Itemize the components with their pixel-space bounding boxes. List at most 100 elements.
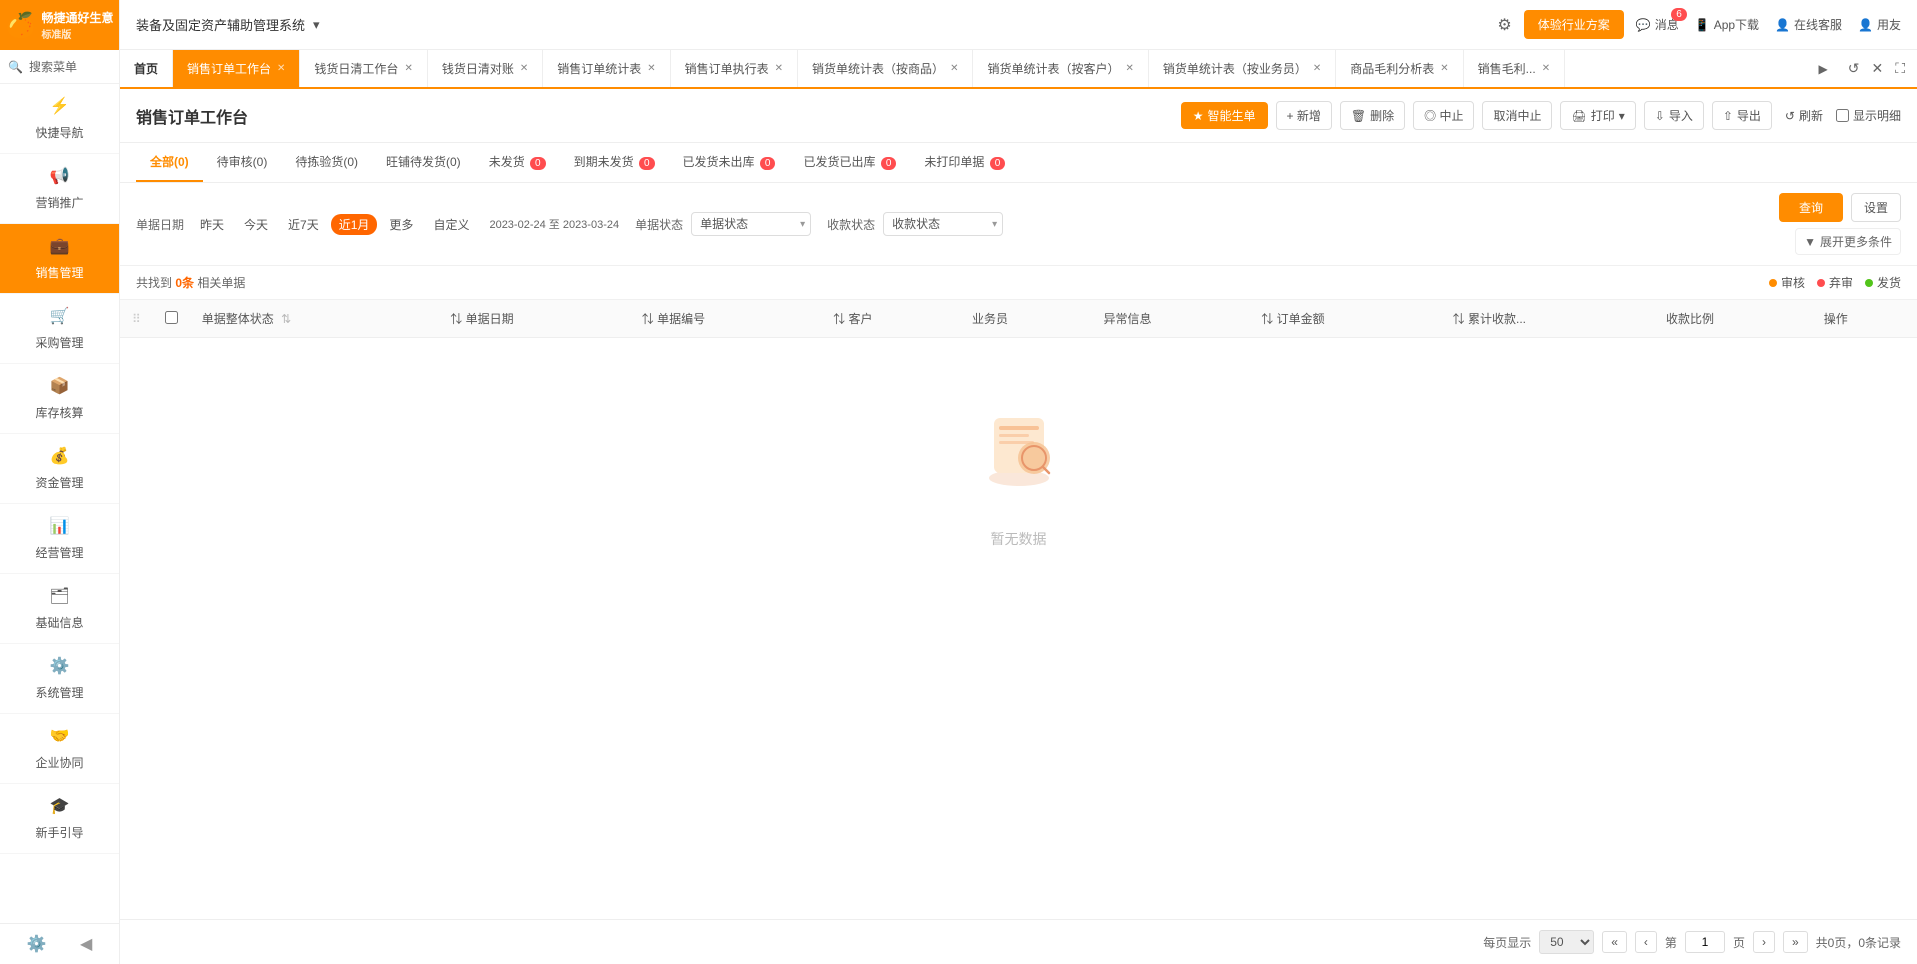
subtab-pending-review[interactable]: 待审核(0) [203,143,282,182]
online-service-button[interactable]: 👤 在线客服 [1775,16,1842,33]
subtab-shipped-out[interactable]: 已发货已出库 0 [789,143,910,182]
import-button[interactable]: ⇩ 导入 [1644,101,1704,130]
expand-filter-button[interactable]: ▼ 展开更多条件 [1795,228,1901,255]
subtab-shipped-not-out[interactable]: 已发货未出库 0 [669,143,790,182]
tab-cash-reconcile[interactable]: 钱货日清对账 ✕ [428,50,543,87]
show-detail-checkbox[interactable] [1836,109,1849,122]
sidebar-item-quick[interactable]: ⚡ 快捷导航 [0,84,119,154]
subtab-expired-not-shipped[interactable]: 到期未发货 0 [560,143,669,182]
per-page-select[interactable]: 50 10 20 100 [1539,930,1594,954]
date-today[interactable]: 今天 [236,214,276,235]
date-filter-group: 单据日期 昨天 今天 近7天 近1月 更多 自定义 2023-02-24 至 2… [136,214,619,235]
page-first-button[interactable]: « [1602,931,1627,953]
date-yesterday[interactable]: 昨天 [192,214,232,235]
system-title-dropdown[interactable]: ▾ [313,17,320,33]
sidebar-item-finance[interactable]: 💰 资金管理 [0,434,119,504]
date-1month[interactable]: 近1月 [331,214,378,235]
tab-sales-summary-staff[interactable]: 销货单统计表（按业务员） ✕ [1149,50,1336,87]
tab-sales-stats[interactable]: 销售订单统计表 ✕ [543,50,670,87]
subtab-all[interactable]: 全部(0) [136,143,203,182]
sidebar-item-marketing[interactable]: 📢 营销推广 [0,154,119,224]
cancel-stop-button[interactable]: 取消中止 [1482,101,1552,130]
th-status[interactable]: 单据整体状态 ⇅ [190,300,438,338]
subtab-wangpu[interactable]: 旺铺待发货(0) [372,143,475,182]
tab-refresh-icon[interactable]: ↺ [1844,56,1864,81]
tab-close-cash-reconcile[interactable]: ✕ [520,63,528,74]
tab-sales-summary-product[interactable]: 销货单统计表（按商品） ✕ [798,50,973,87]
cancel-review-action[interactable]: 弃审 [1817,274,1853,291]
th-abnormal[interactable]: 异常信息 [1091,300,1249,338]
sidebar-item-business[interactable]: 📊 经营管理 [0,504,119,574]
th-collected[interactable]: ⇅ 累计收款... [1441,300,1654,338]
date-more[interactable]: 更多 [381,214,421,235]
tab-fullscreen-icon[interactable]: ⛶ [1891,56,1909,81]
tab-close-sales-summary-customer[interactable]: ✕ [1125,63,1133,74]
settings-bottom-icon[interactable]: ⚙️ [27,934,47,954]
th-customer[interactable]: ⇅ 客户 [821,300,960,338]
refresh-button[interactable]: ↺ 刷新 [1780,102,1828,129]
sidebar-item-purchase[interactable]: 🛒 采购管理 [0,294,119,364]
subtab-pending-inspect[interactable]: 待拣验货(0) [281,143,372,182]
subtab-not-shipped[interactable]: 未发货 0 [475,143,560,182]
th-salesperson[interactable]: 业务员 [960,300,1091,338]
page-next-button[interactable]: › [1753,931,1775,953]
tab-close-sales-exec[interactable]: ✕ [775,63,783,74]
page-last-button[interactable]: » [1783,931,1808,953]
tab-gross-analysis[interactable]: 商品毛利分析表 ✕ [1336,50,1463,87]
sidebar-item-cooperation[interactable]: 🤝 企业协同 [0,714,119,784]
tab-close-sales-summary-product[interactable]: ✕ [950,63,958,74]
ship-action[interactable]: 发货 [1865,274,1901,291]
th-date[interactable]: ⇅ 单据日期 [438,300,629,338]
collapse-icon[interactable]: ◀ [80,934,92,954]
select-all-checkbox[interactable] [165,311,178,324]
query-button[interactable]: 查询 [1779,193,1843,222]
subtab-not-printed[interactable]: 未打印单据 0 [910,143,1019,182]
sidebar-item-system[interactable]: ⚙️ 系统管理 [0,644,119,714]
tab-sales-more[interactable]: 销售毛利... ✕ [1464,50,1565,87]
export-button[interactable]: ⇧ 导出 [1712,101,1772,130]
show-detail-checkbox-label[interactable]: 显示明细 [1836,107,1901,124]
th-amount[interactable]: ⇅ 订单金额 [1249,300,1440,338]
tab-sales-workbench[interactable]: 销售订单工作台 ✕ [173,50,300,87]
print-button[interactable]: 🖨 打印 ▾ [1560,101,1635,130]
sidebar-item-inventory[interactable]: 📦 库存核算 [0,364,119,434]
tab-sales-summary-customer[interactable]: 销货单统计表（按客户） ✕ [973,50,1148,87]
new-button[interactable]: + 新增 [1276,101,1332,130]
tab-close-gross-analysis[interactable]: ✕ [1440,63,1448,74]
tab-close-sales-summary-staff[interactable]: ✕ [1313,63,1321,74]
user-avatar[interactable]: 👤 用友 [1858,16,1901,33]
tab-close-cash-daily[interactable]: ✕ [404,63,412,74]
status-select[interactable]: 单据状态 [691,212,811,236]
review-action[interactable]: 审核 [1769,274,1805,291]
tab-close-sales-more[interactable]: ✕ [1542,63,1550,74]
page-input[interactable] [1685,931,1725,953]
topbar-settings-icon[interactable]: ⚙ [1497,15,1511,35]
th-number[interactable]: ⇅ 单据编号 [630,300,821,338]
stop-button[interactable]: ◎ 中止 [1413,101,1474,130]
message-button[interactable]: 💬 消息 6 [1636,16,1679,33]
payment-select[interactable]: 收款状态 [883,212,1003,236]
tabbar-more-button[interactable]: ▶ [1810,62,1835,76]
sales-icon: 💼 [50,236,70,256]
date-custom[interactable]: 自定义 [425,214,477,235]
app-download-button[interactable]: 📱 App下载 [1695,16,1759,33]
delete-button[interactable]: 🗑 删除 [1340,101,1405,130]
sidebar-item-guide[interactable]: 🎓 新手引导 [0,784,119,854]
solution-button[interactable]: 体验行业方案 [1524,10,1624,39]
tab-close-sales-workbench[interactable]: ✕ [277,63,285,74]
tab-sales-exec[interactable]: 销售订单执行表 ✕ [671,50,798,87]
set-button[interactable]: 设置 [1851,193,1901,222]
sidebar-item-basic[interactable]: 🗂 基础信息 [0,574,119,644]
page-prev-button[interactable]: ‹ [1635,931,1657,953]
tab-cash-daily[interactable]: 钱货日清工作台 ✕ [300,50,427,87]
tab-close-sales-stats[interactable]: ✕ [647,63,655,74]
sidebar-item-sales[interactable]: 💼 销售管理 [0,224,119,294]
tab-home[interactable]: 首页 [120,50,173,87]
th-checkbox[interactable] [153,300,190,338]
sort-status-icon: ⇅ [281,312,291,326]
tab-close-all-icon[interactable]: ✕ [1867,56,1887,81]
sidebar-search[interactable]: 🔍 搜索菜单 [0,50,119,84]
date-7days[interactable]: 近7天 [280,214,327,235]
smart-generate-button[interactable]: ★ 智能生单 [1181,102,1268,129]
message-icon: 💬 [1636,18,1651,32]
